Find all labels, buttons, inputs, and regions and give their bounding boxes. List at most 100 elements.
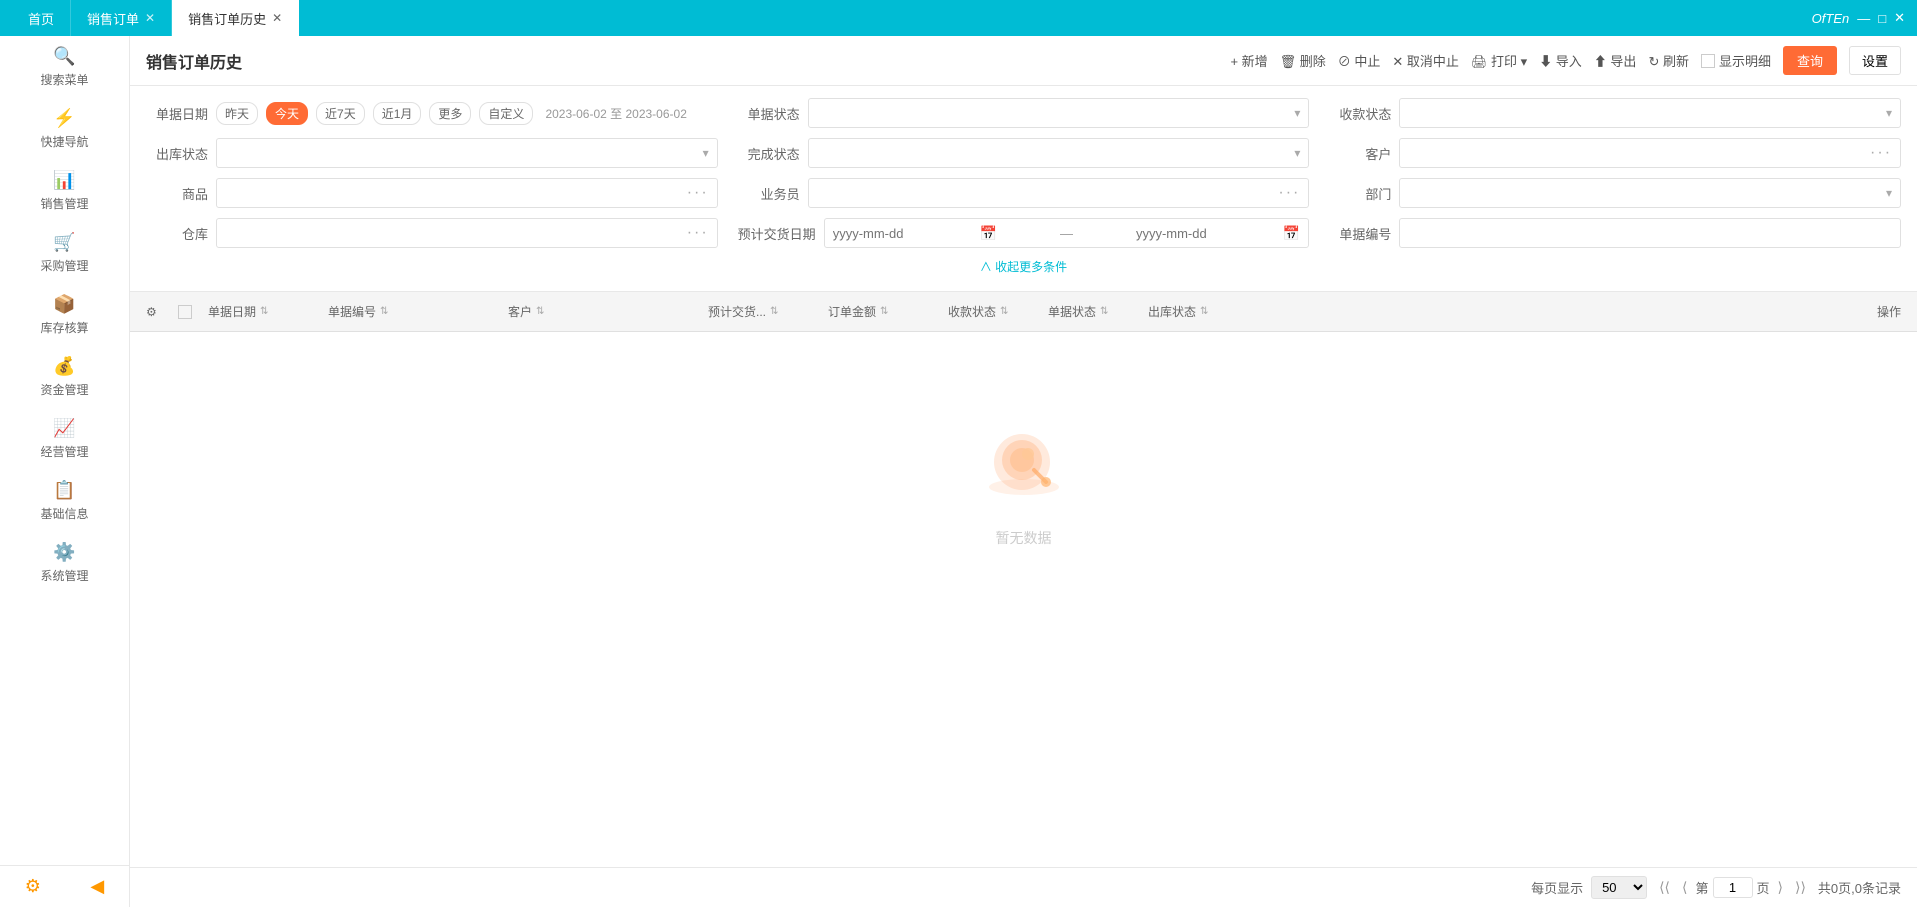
th-delivery[interactable]: 预计交货... ⇅ <box>700 303 820 320</box>
sidebar-item-inventory[interactable]: 📦 库存核算 <box>0 284 129 346</box>
th-order-label: 单据编号 <box>328 303 376 320</box>
toolbar: + 新增 🗑 删除 ⊘ 中止 ✕ 取消中止 🖨 打印 ▾ ⬇ 导入 <box>1230 46 1901 75</box>
sidebar-settings-icon[interactable]: ⚙ <box>25 876 41 897</box>
complete-status-col: 完成状态 ▾ <box>738 138 1310 168</box>
order-no-input[interactable] <box>1399 218 1901 248</box>
payment-status-col: 收款状态 ▾ <box>1329 98 1901 128</box>
empty-svg <box>974 412 1074 512</box>
status-label: 单据状态 <box>738 104 808 123</box>
salesperson-input[interactable]: ··· <box>808 178 1310 208</box>
sidebar-item-operations-mgmt[interactable]: 📈 经营管理 <box>0 408 129 470</box>
collapse-more-conditions[interactable]: ∧ 收起更多条件 <box>146 254 1901 279</box>
salesperson-more[interactable]: ··· <box>1278 184 1300 202</box>
th-date-label: 单据日期 <box>208 303 256 320</box>
print-button[interactable]: 🖨 打印 ▾ <box>1471 51 1527 70</box>
page-size-select[interactable]: 50 100 200 <box>1591 876 1647 899</box>
order-status-select[interactable]: ▾ <box>808 98 1310 128</box>
date-btn-more[interactable]: 更多 <box>429 102 471 125</box>
th-amount[interactable]: 订单金额 ⇅ <box>820 303 940 320</box>
payment-status-select[interactable]: ▾ <box>1399 98 1901 128</box>
delivery-date-start[interactable] <box>833 226 923 241</box>
window-maximize[interactable]: □ <box>1878 11 1886 26</box>
goods-input[interactable]: ··· <box>216 178 718 208</box>
page-size-label: 每页显示 <box>1531 878 1583 897</box>
display-detail-checkbox[interactable] <box>1701 54 1715 68</box>
goods-more[interactable]: ··· <box>687 184 709 202</box>
tab-sales-order-history[interactable]: 销售订单历史 ✕ <box>172 0 299 36</box>
print-label: 🖨 打印 ▾ <box>1471 51 1527 70</box>
stop-button[interactable]: ⊘ 中止 <box>1338 51 1381 70</box>
page-nav: ⟨⟨ ⟨ 第 页 ⟩ ⟩⟩ <box>1655 877 1810 898</box>
query-button[interactable]: 查询 <box>1783 46 1837 75</box>
page-input[interactable] <box>1713 877 1753 898</box>
th-order-sort: ⇅ <box>380 306 388 317</box>
tab-home[interactable]: 首页 <box>12 0 71 36</box>
th-action-label: 操作 <box>1877 303 1901 320</box>
sidebar-item-capital-mgmt[interactable]: 💰 资金管理 <box>0 346 129 408</box>
th-customer[interactable]: 客户 ⇅ <box>500 303 700 320</box>
page-last[interactable]: ⟩⟩ <box>1791 877 1810 898</box>
th-settings[interactable]: ⚙ <box>138 305 170 319</box>
tab-sales-order-history-close[interactable]: ✕ <box>272 11 282 25</box>
pagination-footer: 每页显示 50 100 200 ⟨⟨ ⟨ 第 页 ⟩ ⟩⟩ 共0页,0条记录 <box>130 867 1917 907</box>
sidebar: 🔍 搜索菜单 ⚡ 快捷导航 📊 销售管理 🛒 采购管理 📦 库存核算 💰 资金管… <box>0 36 130 907</box>
sidebar-item-purchase-mgmt[interactable]: 🛒 采购管理 <box>0 222 129 284</box>
total-label: 共0页,0条记录 <box>1818 878 1901 897</box>
export-button[interactable]: ⬆ 导出 <box>1594 51 1637 70</box>
page-prev[interactable]: ⟨ <box>1678 877 1691 898</box>
calendar-end-icon[interactable]: 📅 <box>1283 225 1300 242</box>
sidebar-item-quick-nav[interactable]: ⚡ 快捷导航 <box>0 98 129 160</box>
sidebar-item-basic-info[interactable]: 📋 基础信息 <box>0 470 129 532</box>
capital-mgmt-icon: 💰 <box>53 356 75 377</box>
th-date[interactable]: 单据日期 ⇅ <box>200 303 320 320</box>
complete-status-select[interactable]: ▾ <box>808 138 1310 168</box>
date-btn-7days[interactable]: 近7天 <box>316 102 365 125</box>
main-layout: 🔍 搜索菜单 ⚡ 快捷导航 📊 销售管理 🛒 采购管理 📦 库存核算 💰 资金管… <box>0 36 1917 907</box>
date-btn-yesterday[interactable]: 昨天 <box>216 102 258 125</box>
basic-info-icon: 📋 <box>53 480 75 501</box>
sidebar-item-search-menu[interactable]: 🔍 搜索菜单 <box>0 36 129 98</box>
tab-sales-order-close[interactable]: ✕ <box>145 11 155 25</box>
filter-row-3: 商品 ··· 业务员 ··· 部门 <box>146 178 1901 208</box>
window-minimize[interactable]: — <box>1857 11 1870 26</box>
import-button[interactable]: ⬇ 导入 <box>1539 51 1582 70</box>
window-close[interactable]: ✕ <box>1894 10 1905 26</box>
warehouse-input[interactable]: ··· <box>216 218 718 248</box>
date-btn-custom[interactable]: 自定义 <box>479 102 533 125</box>
settings-button[interactable]: 设置 <box>1849 46 1901 75</box>
date-btn-today[interactable]: 今天 <box>266 102 308 125</box>
new-button[interactable]: + 新增 <box>1230 51 1267 70</box>
dept-select[interactable]: ▾ <box>1399 178 1901 208</box>
payment-label: 收款状态 <box>1329 104 1399 123</box>
empty-illustration <box>974 412 1074 512</box>
th-payment-status[interactable]: 收款状态 ⇅ <box>940 303 1040 320</box>
complete-chevron: ▾ <box>1294 146 1300 160</box>
refresh-button[interactable]: ↻ 刷新 <box>1648 51 1689 70</box>
th-payment-sort: ⇅ <box>1000 306 1008 317</box>
out-stock-select[interactable]: ▾ <box>216 138 718 168</box>
date-btn-1month[interactable]: 近1月 <box>373 102 422 125</box>
calendar-start-icon[interactable]: 📅 <box>980 225 997 242</box>
delete-button[interactable]: 🗑 删除 <box>1280 51 1326 70</box>
warehouse-more[interactable]: ··· <box>687 224 709 242</box>
empty-state: 暂无数据 <box>130 332 1917 588</box>
th-checkbox[interactable] <box>170 305 200 319</box>
delivery-date-range[interactable]: 📅 — 📅 <box>824 218 1310 248</box>
tab-sales-order[interactable]: 销售订单 ✕ <box>71 0 172 36</box>
th-order-status[interactable]: 单据状态 ⇅ <box>1040 303 1140 320</box>
content-area: 销售订单历史 + 新增 🗑 删除 ⊘ 中止 ✕ 取消中止 🖨 打印 ▾ <box>130 36 1917 907</box>
delivery-date-end[interactable] <box>1136 226 1226 241</box>
select-all-checkbox[interactable] <box>178 305 192 319</box>
th-order-no[interactable]: 单据编号 ⇅ <box>320 303 500 320</box>
th-out-status[interactable]: 出库状态 ⇅ <box>1140 303 1240 320</box>
customer-input[interactable]: ··· <box>1399 138 1901 168</box>
page-next[interactable]: ⟩ <box>1774 877 1787 898</box>
th-action: 操作 <box>1240 303 1909 320</box>
page-first[interactable]: ⟨⟨ <box>1655 877 1674 898</box>
sidebar-item-sales-mgmt[interactable]: 📊 销售管理 <box>0 160 129 222</box>
customer-more[interactable]: ··· <box>1870 144 1892 162</box>
cancel-stop-button[interactable]: ✕ 取消中止 <box>1392 51 1459 70</box>
sidebar-bottom: ⚙ ◀ <box>0 865 129 907</box>
sidebar-collapse-icon[interactable]: ◀ <box>90 876 104 897</box>
sidebar-item-system-mgmt[interactable]: ⚙️ 系统管理 <box>0 532 129 594</box>
